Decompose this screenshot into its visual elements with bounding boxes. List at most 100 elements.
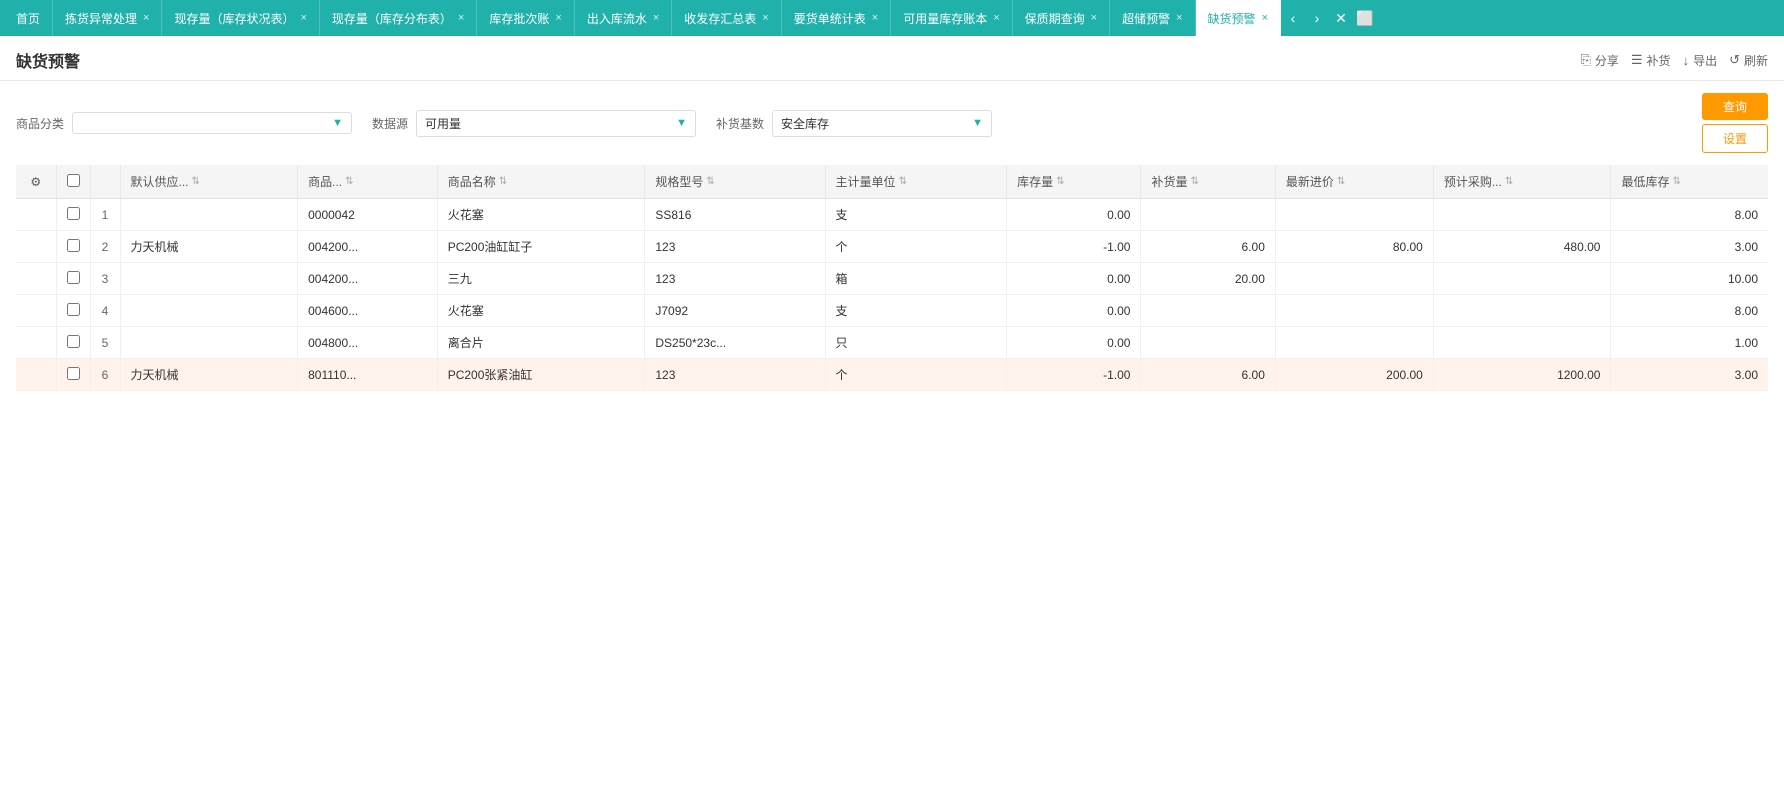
tab-close-inout-flow[interactable]: × [653,12,659,24]
datasource-dropdown-icon: ▼ [676,117,687,129]
share-icon: ⎘ [1580,52,1590,68]
tab-close-batch-account[interactable]: × [555,12,561,24]
th-min-stock[interactable]: 最低库存 ⇅ [1611,165,1768,199]
row-checkbox-cell[interactable] [56,263,90,295]
category-label: 商品分类 [16,115,64,132]
th-product-name[interactable]: 商品名称 ⇅ [437,165,645,199]
tab-close-shortage-warn[interactable]: × [1262,12,1268,24]
row-stock-cell: 0.00 [1007,263,1141,295]
table-header-row: ⚙ 默认供应... ⇅ 商品... ⇅ [16,165,1768,199]
datasource-filter-group: 数据源 可用量 ▼ [372,110,696,137]
row-min-stock-cell: 10.00 [1611,263,1768,295]
th-unit[interactable]: 主计量单位 ⇅ [825,165,1007,199]
row-checkbox-1[interactable] [67,239,80,252]
row-stock-cell: -1.00 [1007,359,1141,391]
table-row: 2 力天机械 004200... PC200油缸缸子 123 个 -1.00 6… [16,231,1768,263]
tab-close-inventory-status[interactable]: × [300,12,306,24]
tab-home[interactable]: 首页 [4,0,53,36]
tab-close-demand-stat[interactable]: × [872,12,878,24]
th-product-code[interactable]: 商品... ⇅ [298,165,438,199]
replenish-base-select[interactable]: 安全库存 ▼ [772,110,992,137]
row-checkbox-cell[interactable] [56,295,90,327]
th-gear[interactable]: ⚙ [16,165,56,199]
tab-proc-exception[interactable]: 拣货异常处理 × [53,0,162,36]
tab-recv-summary[interactable]: 收发存汇总表 × [672,0,781,36]
tab-nav-next[interactable]: › [1305,0,1329,36]
row-checkbox-2[interactable] [67,271,80,284]
th-supplier[interactable]: 默认供应... ⇅ [120,165,298,199]
row-product-name-cell: PC200油缸缸子 [437,231,645,263]
row-supplier-cell: 力天机械 [120,231,298,263]
tab-nav-prev[interactable]: ‹ [1281,0,1305,36]
tab-inventory-dist[interactable]: 现存量（库存分布表） × [320,0,477,36]
data-table: ⚙ 默认供应... ⇅ 商品... ⇅ [16,165,1768,391]
tab-close-expiry-query[interactable]: × [1091,12,1097,24]
row-product-name-cell: PC200张紧油缸 [437,359,645,391]
row-checkbox-cell[interactable] [56,327,90,359]
row-latest-price-cell [1275,263,1433,295]
replenish-base-label: 补货基数 [716,115,764,132]
row-supplier-cell [120,327,298,359]
tab-overstock-warn[interactable]: 超储预警 × [1110,0,1195,36]
tab-nav-maximize[interactable]: ⬜ [1353,0,1377,36]
row-latest-price-cell [1275,327,1433,359]
tab-batch-account[interactable]: 库存批次账 × [477,0,574,36]
page-title: 缺货预警 [16,48,80,72]
sort-icon-product-name: ⇅ [499,176,507,187]
category-select[interactable]: ▼ [72,112,352,134]
tab-close-recv-summary[interactable]: × [762,12,768,24]
row-checkbox-4[interactable] [67,335,80,348]
row-replenish-cell: 6.00 [1141,359,1275,391]
tab-close-overstock-warn[interactable]: × [1176,12,1182,24]
tab-close-inventory-dist[interactable]: × [458,12,464,24]
th-est-purchase[interactable]: 预计采购... ⇅ [1433,165,1611,199]
row-unit-cell: 支 [825,295,1007,327]
th-spec[interactable]: 规格型号 ⇅ [645,165,825,199]
datasource-select[interactable]: 可用量 ▼ [416,110,696,137]
tab-close-proc-exception[interactable]: × [143,12,149,24]
tab-available-ledger[interactable]: 可用量库存账本 × [891,0,1012,36]
row-checkbox-cell[interactable] [56,359,90,391]
row-gear-cell [16,359,56,391]
row-replenish-cell [1141,199,1275,231]
tab-nav-close[interactable]: ✕ [1329,0,1353,36]
row-est-purchase-cell [1433,263,1611,295]
row-min-stock-cell: 8.00 [1611,199,1768,231]
tab-demand-stat[interactable]: 要货单统计表 × [782,0,891,36]
row-spec-cell: 123 [645,359,825,391]
select-all-checkbox[interactable] [67,174,80,187]
refresh-button[interactable]: ↺ 刷新 [1729,52,1768,69]
row-product-name-cell: 三九 [437,263,645,295]
row-min-stock-cell: 3.00 [1611,231,1768,263]
tab-close-available-ledger[interactable]: × [993,12,999,24]
table-row: 5 004800... 离合片 DS250*23c... 只 0.00 1.00 [16,327,1768,359]
datasource-select-value: 可用量 [425,115,461,132]
filter-bar: 商品分类 ▼ 数据源 可用量 ▼ 补货基数 安全库存 ▼ 查询 设置 [0,81,1784,165]
tab-inventory-status[interactable]: 现存量（库存状况表） × [162,0,319,36]
row-num-cell: 1 [90,199,120,231]
tab-inout-flow[interactable]: 出入库流水 × [575,0,672,36]
tab-shortage-warn[interactable]: 缺货预警 × [1196,0,1281,36]
row-replenish-cell [1141,327,1275,359]
row-checkbox-3[interactable] [67,303,80,316]
replenish-button[interactable]: ☰ 补货 [1631,52,1671,69]
th-stock[interactable]: 库存量 ⇅ [1007,165,1141,199]
row-checkbox-5[interactable] [67,367,80,380]
row-est-purchase-cell [1433,199,1611,231]
row-checkbox-cell[interactable] [56,231,90,263]
tab-bar: 首页 拣货异常处理 × 现存量（库存状况表） × 现存量（库存分布表） × 库存… [0,0,1784,36]
th-replenish[interactable]: 补货量 ⇅ [1141,165,1275,199]
settings-button[interactable]: 设置 [1702,124,1768,153]
export-button[interactable]: ↓ 导出 [1683,52,1718,69]
row-num-cell: 2 [90,231,120,263]
row-stock-cell: 0.00 [1007,327,1141,359]
share-button[interactable]: ⎘ 分享 [1580,52,1618,69]
row-min-stock-cell: 8.00 [1611,295,1768,327]
th-latest-price[interactable]: 最新进价 ⇅ [1275,165,1433,199]
row-supplier-cell [120,263,298,295]
row-num-cell: 5 [90,327,120,359]
query-button[interactable]: 查询 [1702,93,1768,120]
tab-expiry-query[interactable]: 保质期查询 × [1013,0,1110,36]
row-checkbox-0[interactable] [67,207,80,220]
row-checkbox-cell[interactable] [56,199,90,231]
